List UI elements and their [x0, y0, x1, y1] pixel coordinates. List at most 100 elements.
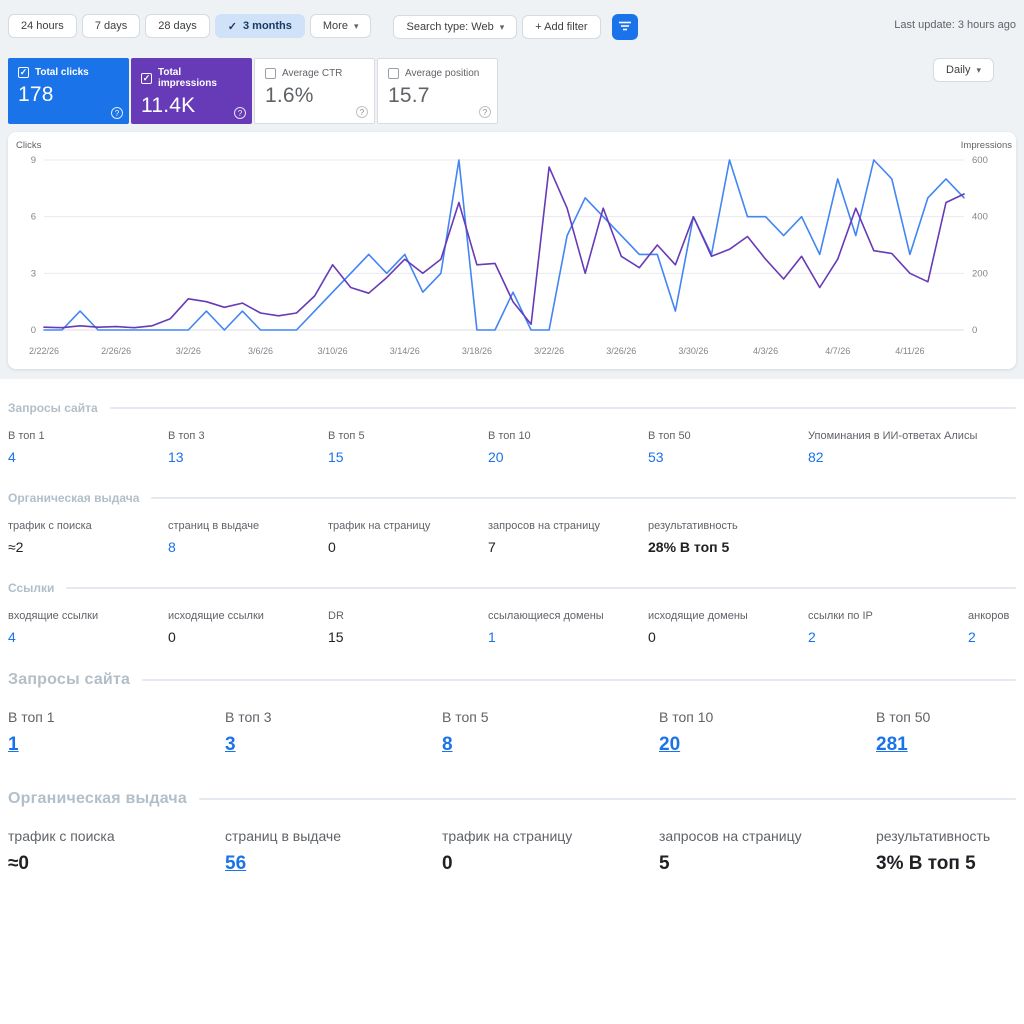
chevron-down-icon: ▾	[353, 20, 359, 31]
add-filter-button[interactable]: + Add filter	[522, 15, 601, 39]
total-impressions-checkbox[interactable]: ✓	[141, 72, 152, 84]
time-filter-24-hours[interactable]: 24 hours	[8, 14, 77, 38]
stat-value[interactable]: 4	[8, 629, 168, 645]
total-clicks-checkbox[interactable]: ✓	[18, 67, 29, 78]
stat-value[interactable]: 13	[168, 449, 328, 465]
x-axis-tick: 3/6/26	[248, 346, 273, 356]
time-filter-label: 3 months	[242, 20, 292, 32]
metric-value: 1.6%	[265, 84, 314, 107]
granularity-dropdown[interactable]: Daily ▾	[933, 58, 994, 82]
stat-item: анкоров 2	[968, 610, 1016, 645]
stat-label: трафик на страницу	[442, 828, 573, 844]
time-filter-label: More	[322, 20, 348, 32]
filter-sort-button[interactable]	[611, 14, 638, 40]
section-header: Запросы сайта	[8, 671, 1016, 689]
stat-item: DR 15	[328, 610, 488, 645]
time-filter-7-days[interactable]: 7 days	[81, 14, 141, 38]
stat-item: исходящие домены 0	[648, 610, 808, 645]
section-divider	[66, 587, 1016, 589]
stat-value[interactable]: 3	[225, 734, 442, 756]
x-axis-tick: 3/18/26	[462, 346, 492, 356]
time-filter-3-months[interactable]: ✓ 3 months	[214, 14, 305, 38]
help-icon[interactable]: ?	[479, 106, 491, 118]
total-impressions-card[interactable]: ✓ Total impressions 11.4K ?	[131, 58, 252, 124]
section-divider	[109, 407, 1016, 409]
section-site-queries: Запросы сайта В топ 14В топ 3 13 В топ 5 15 В…	[8, 401, 1016, 465]
section-title: Органическая выдача	[8, 491, 140, 505]
last-update-text: Last update: 3 hours ago	[894, 19, 1016, 31]
stat-label: DR	[328, 610, 344, 622]
help-icon[interactable]: ?	[234, 107, 246, 119]
stat-label: ссылки по IP	[808, 610, 873, 622]
stat-row: трафик с поиска ≈2 страниц в выдаче 8 трафик…	[8, 520, 1016, 555]
stat-row: В топ 14В топ 3 13 В топ 5 15 В топ 10 20 В то…	[8, 430, 1016, 465]
stat-label: исходящие ссылки	[168, 610, 264, 622]
query-filter-group: Search type: Web ▾ + Add filter	[393, 14, 638, 40]
stat-label: В топ 1	[8, 430, 45, 442]
stat-value[interactable]: 2	[808, 629, 968, 645]
section-title: Запросы сайта	[8, 401, 98, 415]
stat-item: страниц в выдаче 56	[225, 828, 442, 875]
stat-value[interactable]: 8	[442, 734, 659, 756]
stat-value[interactable]: 281	[876, 734, 1016, 756]
stat-value: 7	[488, 539, 496, 555]
stat-label: В топ 5	[328, 430, 365, 442]
section-organic-results-2: Органическая выдача трафик с поиска ≈0 стра…	[8, 790, 1016, 875]
right-axis-title: Impressions	[961, 140, 1012, 151]
help-icon[interactable]: ?	[356, 106, 368, 118]
section-divider	[142, 679, 1016, 681]
total-clicks-card[interactable]: ✓ Total clicks 178 ?	[8, 58, 129, 124]
stat-value[interactable]: 1	[8, 734, 225, 756]
stat-label: В топ 1	[8, 709, 55, 725]
search-type-dropdown[interactable]: Search type: Web ▾	[393, 15, 518, 39]
stat-value[interactable]: 82	[808, 449, 1016, 465]
stat-value[interactable]: 8	[168, 539, 328, 555]
stat-item: трафик с поиска ≈2	[8, 520, 168, 555]
stat-value: 0	[168, 629, 176, 645]
stat-value[interactable]: 53	[648, 449, 808, 465]
stat-label: результативность	[876, 828, 991, 844]
performance-chart[interactable]: 0 0 3 200 6 400 9 600 Clicks Impressions 2/22/26 2/…	[8, 138, 1016, 360]
time-filter-28-days[interactable]: 28 days	[145, 14, 210, 38]
toolbar: 24 hours 7 days 28 days ✓ 3 months More ▾ Sear…	[8, 14, 1016, 40]
stat-item: В топ 10 20	[488, 430, 648, 465]
x-axis-tick: 2/22/26	[29, 346, 59, 356]
stat-value[interactable]: 56	[225, 853, 442, 875]
stat-label: входящие ссылки	[8, 610, 99, 622]
x-axis-tick: 3/22/26	[534, 346, 564, 356]
help-icon[interactable]: ?	[111, 107, 123, 119]
stat-label: запросов на страницу	[488, 520, 601, 532]
add-filter-label: + Add filter	[535, 21, 588, 33]
chevron-down-icon: ▾	[499, 21, 505, 32]
stat-value[interactable]: 1	[488, 629, 648, 645]
x-axis-tick: 4/3/26	[753, 346, 778, 356]
average-ctr-checkbox[interactable]: ✓	[265, 68, 276, 79]
stat-value: 0	[328, 539, 336, 555]
stat-value[interactable]: 4	[8, 449, 168, 465]
metric-value: 178	[18, 83, 54, 106]
stat-value[interactable]: 20	[659, 734, 876, 756]
stat-value[interactable]: 2	[968, 629, 1016, 645]
stat-value[interactable]: 15	[328, 449, 488, 465]
section-title: Ссылки	[8, 581, 55, 595]
stat-label: исходящие домены	[648, 610, 748, 622]
stat-label: Упоминания в ИИ-ответах Алисы	[808, 430, 978, 442]
average-position-card[interactable]: ✓ Average position 15.7 ?	[377, 58, 498, 124]
section-title: Органическая выдача	[8, 790, 187, 807]
stat-label: трафик с поиска	[8, 828, 115, 844]
stat-item: В топ 50 53	[648, 430, 808, 465]
time-filter-group: 24 hours 7 days 28 days ✓ 3 months More ▾	[8, 14, 372, 38]
time-filter-more[interactable]: More ▾	[309, 14, 372, 38]
stat-value: 28% В топ 5	[648, 539, 730, 555]
metric-label: Average CTR	[282, 68, 343, 79]
x-axis-tick: 4/7/26	[825, 346, 850, 356]
y-axis-tick-right: 0	[972, 325, 977, 336]
stat-value[interactable]: 20	[488, 449, 648, 465]
average-position-checkbox[interactable]: ✓	[388, 68, 399, 79]
stat-value: 15	[328, 629, 344, 645]
average-ctr-card[interactable]: ✓ Average CTR 1.6% ?	[254, 58, 375, 124]
search-type-label: Search type: Web	[406, 21, 494, 33]
section-header: Ссылки	[8, 581, 1016, 595]
section-header: Запросы сайта	[8, 401, 1016, 415]
stat-label: трафик с поиска	[8, 520, 92, 532]
